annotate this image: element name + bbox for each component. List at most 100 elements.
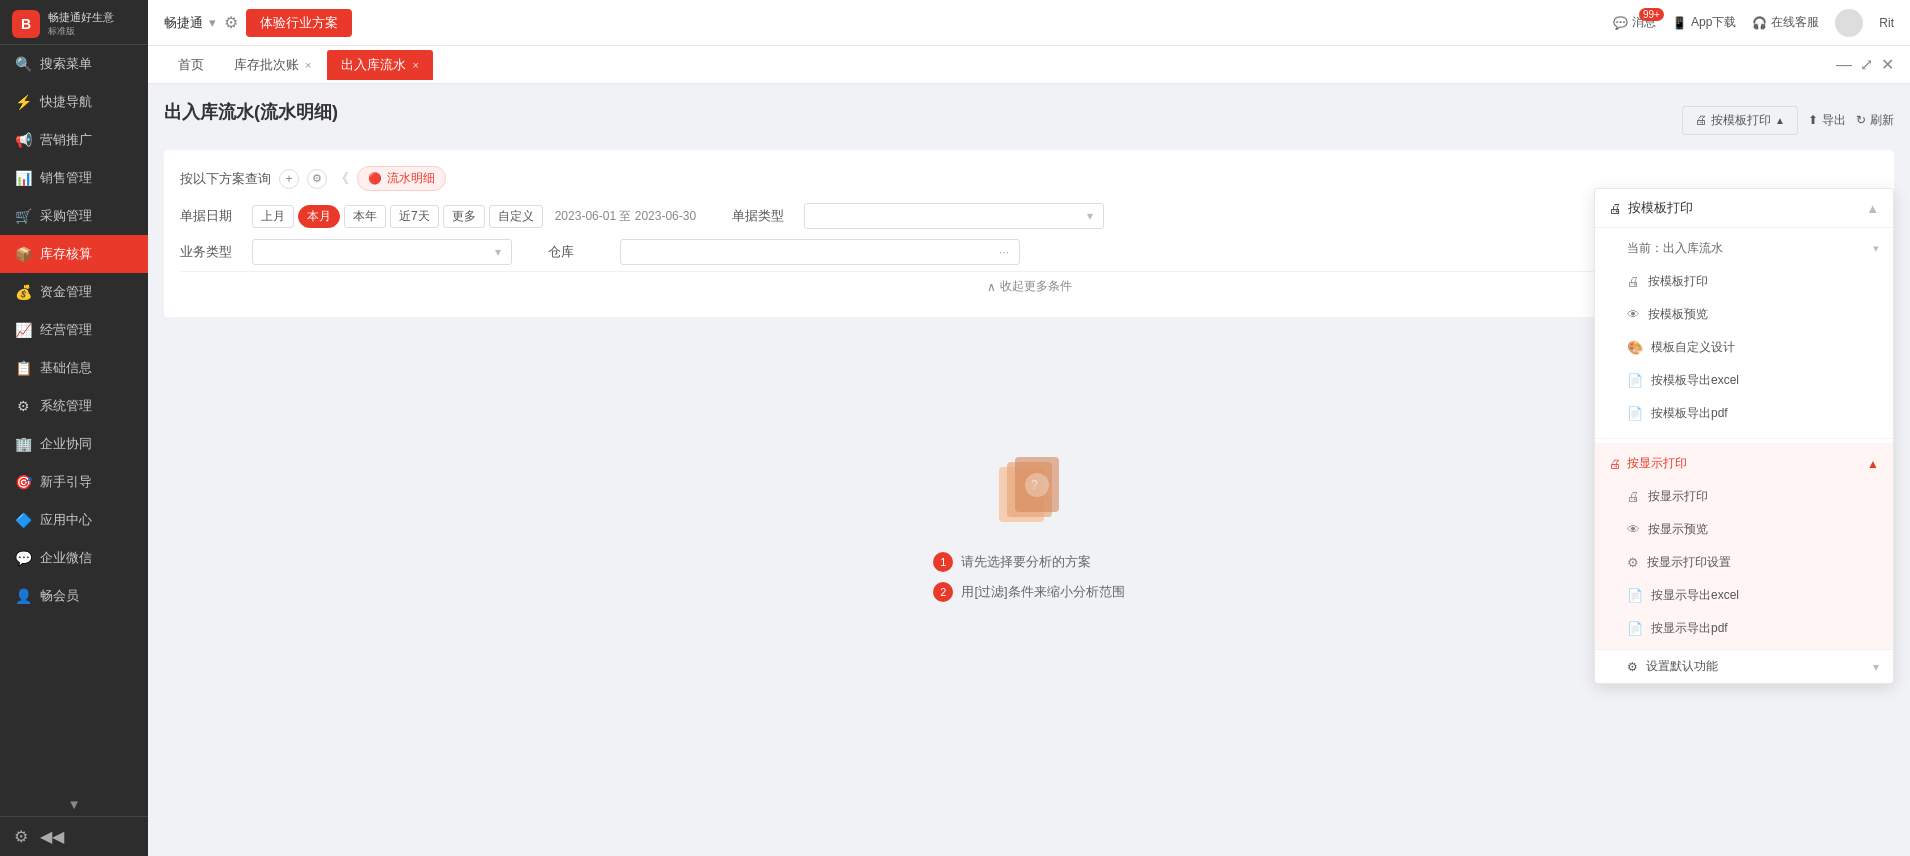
date-btn-custom[interactable]: 自定义	[489, 205, 543, 228]
dropdown-item-display-excel[interactable]: 📄 按显示导出excel	[1595, 579, 1893, 612]
date-btn-7days[interactable]: 近7天	[390, 205, 439, 228]
filter-collapse-left[interactable]: 《	[335, 170, 349, 188]
sidebar-item-app-center[interactable]: 🔷 应用中心	[0, 501, 148, 539]
app-name: 畅捷通好生意	[48, 10, 114, 25]
step-num-1: 1	[933, 552, 953, 572]
sidebar-item-finance[interactable]: 💰 资金管理	[0, 273, 148, 311]
tab-flow-close-icon[interactable]: ×	[412, 59, 418, 71]
dropdown-item-label: 按显示预览	[1648, 521, 1708, 538]
display-print-icon: 🖨	[1627, 489, 1640, 504]
display-section-arrow: ▲	[1867, 457, 1879, 471]
dropdown-item-label: 按模板预览	[1648, 306, 1708, 323]
warehouse-select[interactable]: ···	[620, 239, 1020, 265]
type-select[interactable]: ▾	[804, 203, 1104, 229]
sidebar-item-search[interactable]: 🔍 搜索菜单	[0, 45, 148, 83]
date-btn-this-year[interactable]: 本年	[344, 205, 386, 228]
box-icon: 📦	[14, 246, 32, 262]
settings-icon[interactable]: ⚙	[14, 827, 28, 846]
dropdown-collapse-arrow[interactable]: ▲	[1866, 201, 1879, 216]
sidebar-item-operation[interactable]: 📈 经营管理	[0, 311, 148, 349]
message-badge: 99+	[1639, 8, 1664, 21]
sidebar-item-label: 销售管理	[40, 169, 92, 187]
app-version: 标准版	[48, 25, 114, 38]
sidebar-item-label: 资金管理	[40, 283, 92, 301]
sidebar-item-enterprise[interactable]: 🏢 企业协同	[0, 425, 148, 463]
dropdown-item-template-pdf[interactable]: 📄 按模板导出pdf	[1595, 397, 1893, 430]
display-section-header[interactable]: 🖨 按显示打印 ▲	[1595, 447, 1893, 480]
print-arrow-up: ▲	[1775, 115, 1785, 126]
date-btn-more[interactable]: 更多	[443, 205, 485, 228]
sidebar-item-system[interactable]: ⚙ 系统管理	[0, 387, 148, 425]
filter-tag-flow[interactable]: 🔴 流水明细	[357, 166, 446, 191]
page-actions: 🖨 按模板打印 ▲ ⬆ 导出 ↻ 刷新	[1682, 106, 1894, 135]
topbar-settings-icon[interactable]: ⚙	[224, 13, 238, 32]
sidebar-item-wechat[interactable]: 💬 企业微信	[0, 539, 148, 577]
business-type-select[interactable]: ▾	[252, 239, 512, 265]
empty-steps: 1 请先选择要分析的方案 2 用[过滤]条件来缩小分析范围	[933, 552, 1124, 612]
app-download-btn[interactable]: 📱 App下载	[1672, 14, 1736, 31]
scroll-down-button[interactable]: ▼	[67, 797, 80, 812]
dropdown-item-template-preview[interactable]: 👁 按模板预览	[1595, 298, 1893, 331]
current-arrow: ▾	[1873, 242, 1879, 255]
sidebar-item-label: 快捷导航	[40, 93, 92, 111]
online-service-btn[interactable]: 🎧 在线客服	[1752, 14, 1819, 31]
export-icon: ⬆	[1808, 113, 1818, 127]
filter-add-btn[interactable]: +	[279, 169, 299, 189]
tab-home[interactable]: 首页	[164, 50, 218, 80]
dropdown-item-display-pdf[interactable]: 📄 按显示导出pdf	[1595, 612, 1893, 645]
megaphone-icon: 📢	[14, 132, 32, 148]
dropdown-item-template-excel[interactable]: 📄 按模板导出excel	[1595, 364, 1893, 397]
printer-icon: 🖨	[1695, 113, 1707, 127]
sidebar-item-basic[interactable]: 📋 基础信息	[0, 349, 148, 387]
dropdown-footer[interactable]: ⚙ 设置默认功能 ▾	[1595, 649, 1893, 683]
date-range: 2023-06-01 至 2023-06-30	[555, 208, 696, 225]
dropdown-item-template-print[interactable]: 🖨 按模板打印	[1595, 265, 1893, 298]
trial-btn[interactable]: 体验行业方案	[246, 9, 352, 37]
export-btn[interactable]: ⬆ 导出	[1808, 112, 1846, 129]
sidebar-bottom: ⚙ ◀◀	[0, 816, 148, 856]
sidebar-item-label: 库存核算	[40, 245, 92, 263]
message-btn[interactable]: 💬 消息 99+	[1613, 14, 1656, 31]
dropdown-title: 🖨 按模板打印	[1609, 199, 1693, 217]
sidebar-item-marketing[interactable]: 📢 营销推广	[0, 121, 148, 159]
warehouse-more[interactable]: ···	[999, 245, 1009, 259]
dropdown-item-label: 模板自定义设计	[1651, 339, 1735, 356]
sidebar-item-purchase[interactable]: 🛒 采购管理	[0, 197, 148, 235]
dropdown-template-section: 当前：出入库流水 ▾ 🖨 按模板打印 👁 按模板预览 🎨 模板自定义设计 📄	[1595, 228, 1893, 434]
dropdown-item-display-preview[interactable]: 👁 按显示预览	[1595, 513, 1893, 546]
date-btn-this-month[interactable]: 本月	[298, 205, 340, 228]
dropdown-item-label: 按显示导出pdf	[1651, 620, 1728, 637]
refresh-btn[interactable]: ↻ 刷新	[1856, 112, 1894, 129]
sidebar-item-inventory[interactable]: 📦 库存核算	[0, 235, 148, 273]
tab-batch-account[interactable]: 库存批次账 ×	[220, 50, 325, 80]
tab-minimize-btn[interactable]: —	[1836, 56, 1852, 74]
sidebar: B 畅捷通好生意 标准版 🔍 搜索菜单 ⚡ 快捷导航 📢 营销推广 📊 销售管理…	[0, 0, 148, 856]
sidebar-item-guide[interactable]: 🎯 新手引导	[0, 463, 148, 501]
sidebar-item-quick-nav[interactable]: ⚡ 快捷导航	[0, 83, 148, 121]
date-label: 单据日期	[180, 207, 236, 225]
dropdown-item-display-settings[interactable]: ⚙ 按显示打印设置	[1595, 546, 1893, 579]
collapse-icon[interactable]: ◀◀	[40, 827, 64, 846]
sidebar-item-member[interactable]: 👤 畅会员	[0, 577, 148, 615]
tab-maximize-btn[interactable]: ⤢	[1860, 55, 1873, 74]
building-icon: 🏢	[14, 436, 32, 452]
step-2-label: 用[过滤]条件来缩小分析范围	[961, 583, 1124, 601]
dropdown-item-display-print[interactable]: 🖨 按显示打印	[1595, 480, 1893, 513]
sidebar-item-sales[interactable]: 📊 销售管理	[0, 159, 148, 197]
sidebar-scroll-down[interactable]: ▼	[0, 793, 148, 816]
tab-close-all-btn[interactable]: ✕	[1881, 55, 1894, 74]
message-icon: 💬	[1613, 16, 1628, 30]
dropdown-item-template-design[interactable]: 🎨 模板自定义设计	[1595, 331, 1893, 364]
filter-settings-btn[interactable]: ⚙	[307, 169, 327, 189]
user-icon: 👤	[14, 588, 32, 604]
template-print-btn[interactable]: 🖨 按模板打印 ▲	[1682, 106, 1798, 135]
tab-flow[interactable]: 出入库流水 ×	[327, 50, 432, 80]
dropdown-item-label: 按显示导出excel	[1651, 587, 1739, 604]
tab-batch-close-icon[interactable]: ×	[305, 59, 311, 71]
diamond-icon: 🔷	[14, 512, 32, 528]
step-1-label: 请先选择要分析的方案	[961, 553, 1091, 571]
user-avatar[interactable]	[1835, 9, 1863, 37]
user-dropdown-icon[interactable]: ▾	[209, 15, 216, 30]
tab-flow-label: 出入库流水	[341, 56, 406, 74]
date-btn-last-month[interactable]: 上月	[252, 205, 294, 228]
